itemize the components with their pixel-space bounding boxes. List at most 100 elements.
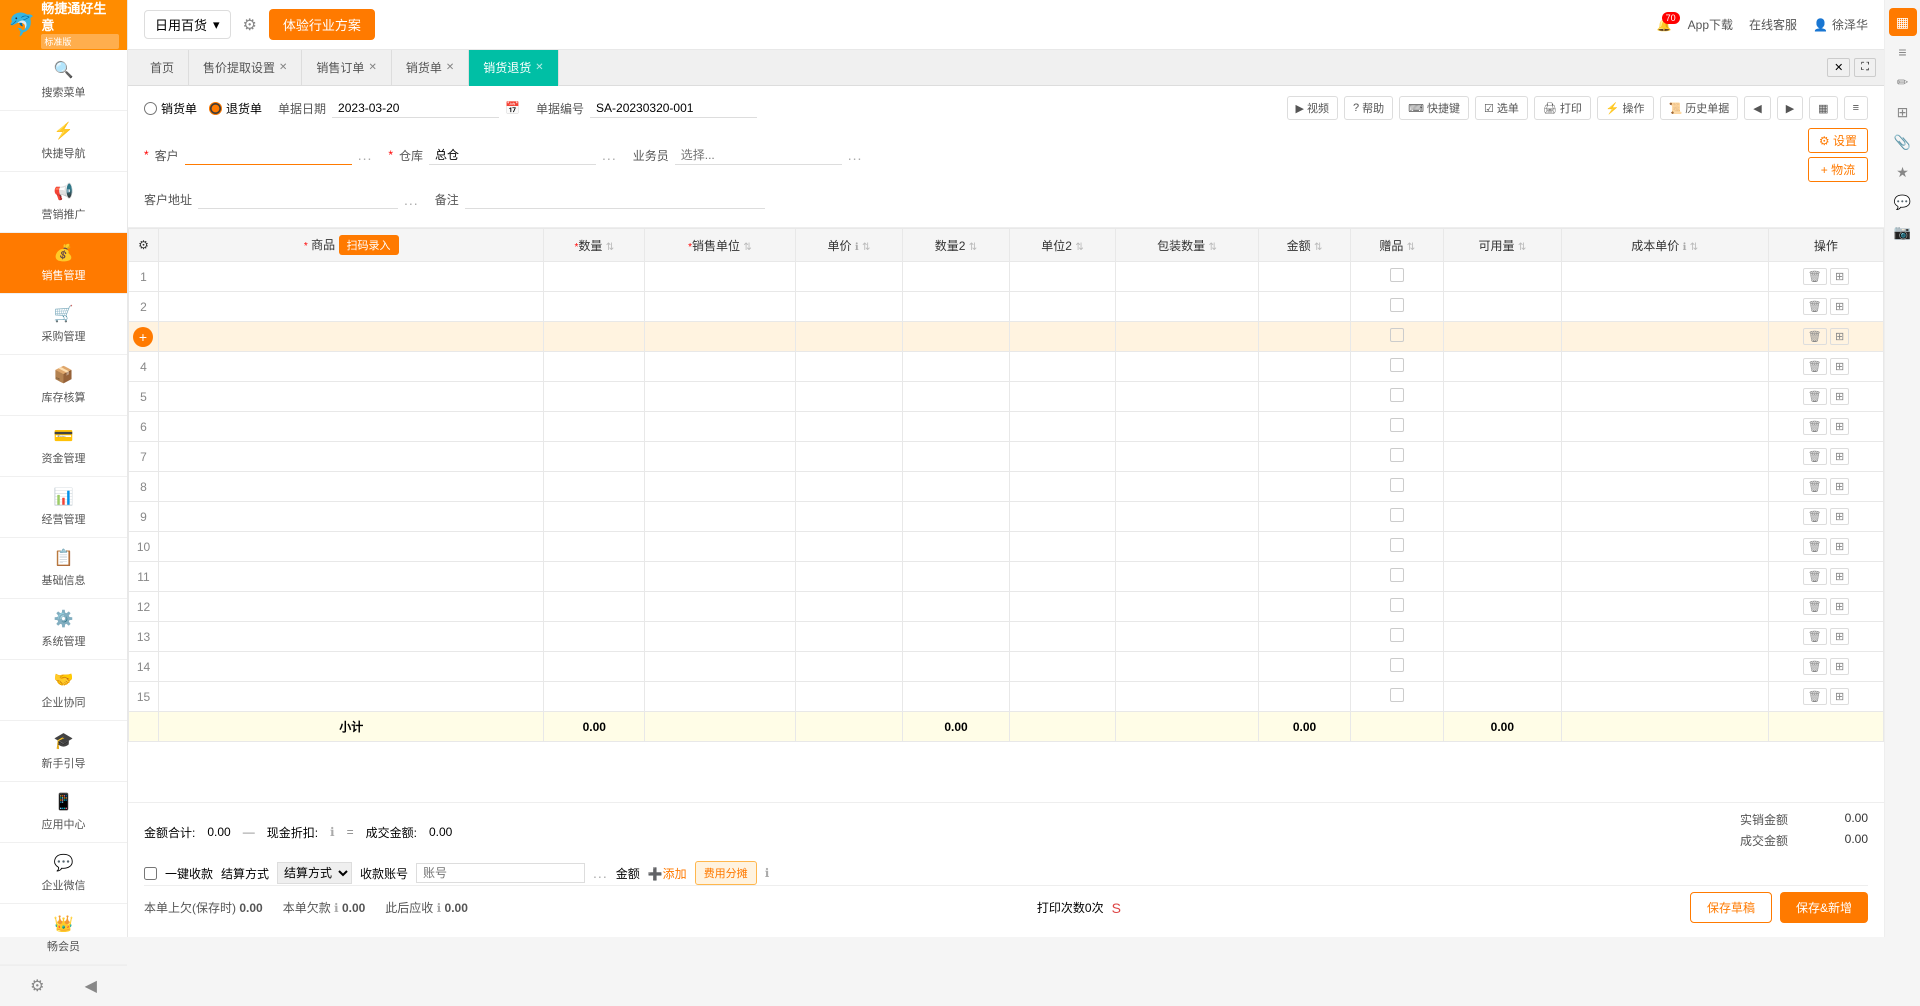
available-cell-5[interactable] (1444, 382, 1562, 412)
expand-tab-btn[interactable]: ⛶ (1854, 58, 1876, 77)
sidebar-item-vip[interactable]: 👑畅会员 (0, 904, 127, 965)
scan-input-btn[interactable]: 扫码录入 (339, 235, 399, 255)
product-cell-5[interactable] (159, 382, 544, 412)
sort-gift-icon[interactable]: ⇅ (1407, 242, 1415, 253)
history-btn[interactable]: 📜 历史单据 (1660, 96, 1739, 120)
copy-btn-2[interactable]: ⊞ (1830, 298, 1849, 315)
delete-btn-14[interactable]: 🗑 (1803, 658, 1827, 675)
sales-unit-cell-3[interactable] (645, 322, 796, 352)
sales-unit-cell-4[interactable] (645, 352, 796, 382)
unit2-cell-2[interactable] (1009, 292, 1116, 322)
sort-cost-icon[interactable]: ⇅ (1690, 242, 1698, 253)
sales-unit-cell-14[interactable] (645, 652, 796, 682)
copy-btn-8[interactable]: ⊞ (1830, 478, 1849, 495)
tab-close-sales-order[interactable]: ✕ (368, 62, 376, 73)
warehouse-picker-btn[interactable]: ... (602, 147, 617, 163)
address-input[interactable] (198, 190, 398, 209)
radio-sales[interactable]: 销货单 (144, 100, 197, 117)
help-btn[interactable]: ? 帮助 (1344, 96, 1393, 120)
unit2-cell-12[interactable] (1009, 592, 1116, 622)
cost-price-cell-11[interactable] (1561, 562, 1768, 592)
copy-btn-1[interactable]: ⊞ (1830, 268, 1849, 285)
cost-price-cell-1[interactable] (1561, 262, 1768, 292)
unit-price-cell-4[interactable] (795, 352, 903, 382)
quantity-cell-13[interactable] (544, 622, 645, 652)
sales-unit-cell-10[interactable] (645, 532, 796, 562)
copy-btn-9[interactable]: ⊞ (1830, 508, 1849, 525)
app-download-link[interactable]: App下载 (1688, 16, 1733, 33)
sales-unit-cell-12[interactable] (645, 592, 796, 622)
topbar-gear-icon[interactable]: ⚙ (243, 15, 257, 35)
available-cell-8[interactable] (1444, 472, 1562, 502)
unit2-cell-10[interactable] (1009, 532, 1116, 562)
available-cell-14[interactable] (1444, 652, 1562, 682)
quantity-cell-1[interactable] (544, 262, 645, 292)
delete-btn-3[interactable]: 🗑 (1803, 328, 1827, 345)
unit-price-cell-10[interactable] (795, 532, 903, 562)
product-cell-6[interactable] (159, 412, 544, 442)
gift-checkbox-5[interactable] (1390, 388, 1404, 402)
cost-price-cell-2[interactable] (1561, 292, 1768, 322)
gift-checkbox-7[interactable] (1390, 448, 1404, 462)
unit-price-cell-3[interactable] (795, 322, 903, 352)
gift-cell-13[interactable] (1351, 622, 1444, 652)
right-panel-edit-btn[interactable]: ✏ (1889, 68, 1917, 96)
amount-cell-14[interactable] (1258, 652, 1351, 682)
tab-close-sales-delivery[interactable]: ✕ (446, 62, 454, 73)
gift-checkbox-3[interactable] (1390, 328, 1404, 342)
gift-cell-9[interactable] (1351, 502, 1444, 532)
sort-quantity-icon[interactable]: ⇅ (606, 242, 614, 253)
tab-sales-return[interactable]: 销货退货 ✕ (469, 50, 558, 86)
qty2-cell-3[interactable] (903, 322, 1010, 352)
sort-amount-icon[interactable]: ⇅ (1314, 242, 1322, 253)
available-cell-12[interactable] (1444, 592, 1562, 622)
unit-price-cell-13[interactable] (795, 622, 903, 652)
video-btn[interactable]: ▶ 视频 (1287, 96, 1338, 120)
gift-checkbox-4[interactable] (1390, 358, 1404, 372)
radio-sales-input[interactable] (144, 102, 157, 115)
gift-cell-15[interactable] (1351, 682, 1444, 712)
product-cell-7[interactable] (159, 442, 544, 472)
pkg-qty-cell-2[interactable] (1116, 292, 1258, 322)
salesperson-input[interactable] (675, 146, 842, 165)
tab-sales-delivery[interactable]: 销货单 ✕ (392, 50, 469, 86)
available-cell-15[interactable] (1444, 682, 1562, 712)
quantity-cell-8[interactable] (544, 472, 645, 502)
pkg-qty-cell-14[interactable] (1116, 652, 1258, 682)
product-cell-15[interactable] (159, 682, 544, 712)
th-settings[interactable]: ⚙ (129, 229, 159, 262)
shortcut-btn[interactable]: ⌨ 快捷键 (1399, 96, 1469, 120)
unit2-cell-7[interactable] (1009, 442, 1116, 472)
copy-btn-3[interactable]: ⊞ (1830, 328, 1849, 345)
qty2-cell-8[interactable] (903, 472, 1010, 502)
copy-btn-12[interactable]: ⊞ (1830, 598, 1849, 615)
delete-btn-12[interactable]: 🗑 (1803, 598, 1827, 615)
cost-price-cell-10[interactable] (1561, 532, 1768, 562)
product-cell-4[interactable] (159, 352, 544, 382)
amount-cell-3[interactable] (1258, 322, 1351, 352)
copy-btn-7[interactable]: ⊞ (1830, 448, 1849, 465)
sales-unit-cell-7[interactable] (645, 442, 796, 472)
unit2-cell-11[interactable] (1009, 562, 1116, 592)
experience-btn[interactable]: 体验行业方案 (269, 9, 375, 40)
collapse-icon[interactable]: ◀ (85, 976, 97, 996)
message-btn[interactable]: 🔔 70 (1657, 18, 1672, 32)
gift-cell-12[interactable] (1351, 592, 1444, 622)
qty2-cell-12[interactable] (903, 592, 1010, 622)
sales-unit-cell-11[interactable] (645, 562, 796, 592)
sales-unit-cell-6[interactable] (645, 412, 796, 442)
remark-input[interactable] (465, 190, 765, 209)
pkg-qty-cell-9[interactable] (1116, 502, 1258, 532)
sidebar-item-quick-nav[interactable]: ⚡快捷导航 (0, 111, 127, 172)
gift-checkbox-12[interactable] (1390, 598, 1404, 612)
amount-cell-6[interactable] (1258, 412, 1351, 442)
gift-checkbox-13[interactable] (1390, 628, 1404, 642)
sales-unit-cell-15[interactable] (645, 682, 796, 712)
sort-qty2-icon[interactable]: ⇅ (969, 242, 977, 253)
pkg-qty-cell-4[interactable] (1116, 352, 1258, 382)
gift-cell-4[interactable] (1351, 352, 1444, 382)
tab-home[interactable]: 首页 (136, 50, 189, 86)
qty2-cell-14[interactable] (903, 652, 1010, 682)
gift-checkbox-1[interactable] (1390, 268, 1404, 282)
sort-unit2-icon[interactable]: ⇅ (1075, 242, 1083, 253)
